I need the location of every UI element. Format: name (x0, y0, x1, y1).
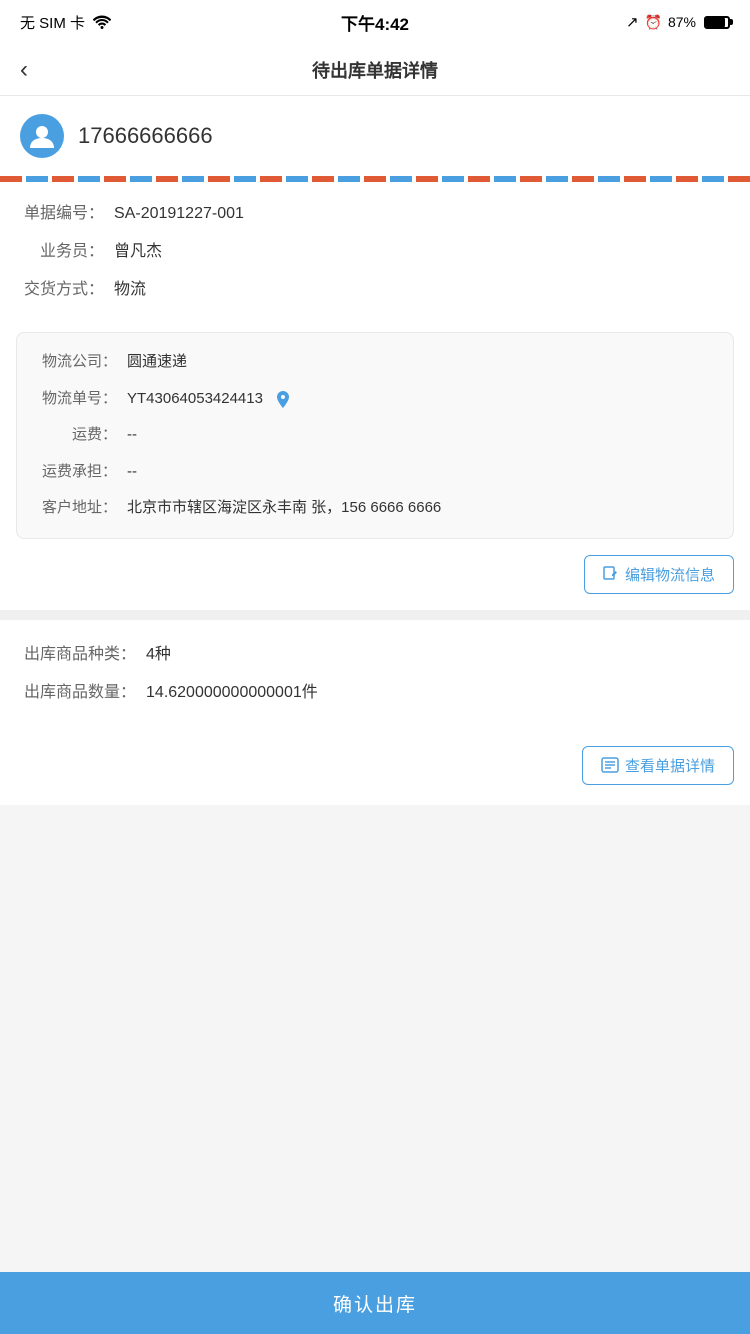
location-pin-icon[interactable] (273, 389, 293, 409)
address-label: 客户地址： (37, 497, 117, 520)
confirm-outbound-button[interactable]: 确认出库 (0, 1272, 750, 1334)
customer-phone: 17666666666 (78, 123, 213, 149)
staff-value: 曾凡杰 (114, 240, 726, 264)
staff-label: 业务员： (24, 240, 104, 264)
logistics-tracking-row: 物流单号： YT43064053424413 (37, 388, 713, 411)
goods-quantity-label: 出库商品数量： (24, 678, 136, 702)
address-row: 客户地址： 北京市市辖区海淀区永丰南 张，156 6666 6666 (37, 497, 713, 520)
goods-summary-section: 出库商品种类： 4种 出库商品数量： 14.620000000000001件 (0, 620, 750, 736)
customer-header: 17666666666 (0, 96, 750, 176)
back-button[interactable]: ‹ (12, 48, 36, 92)
order-no-row: 单据编号： SA-20191227-001 (24, 202, 726, 226)
freight-bear-label: 运费承担： (37, 461, 117, 484)
edit-logistics-label: 编辑物流信息 (625, 564, 715, 585)
confirm-outbound-label: 确认出库 (333, 1290, 417, 1317)
view-detail-button[interactable]: 查看单据详情 (582, 746, 734, 785)
status-left: 无 SIM 卡 (20, 12, 111, 33)
battery-icon (704, 16, 730, 29)
view-detail-btn-wrap: 查看单据详情 (0, 736, 750, 805)
edit-logistics-btn-wrap: 编辑物流信息 (0, 555, 750, 610)
status-bar: 无 SIM 卡 下午4:42 ↗ ⏰ 87% (0, 0, 750, 44)
avatar (20, 114, 64, 158)
freight-bear-row: 运费承担： -- (37, 461, 713, 484)
wifi-icon (93, 15, 111, 29)
freight-value: -- (127, 424, 713, 447)
address-value: 北京市市辖区海淀区永丰南 张，156 6666 6666 (127, 497, 713, 520)
status-right: ↗ ⏰ 87% (626, 13, 730, 31)
delivery-value: 物流 (114, 278, 726, 302)
carrier-label: 无 SIM 卡 (20, 12, 85, 33)
edit-icon (603, 566, 619, 582)
delivery-row: 交货方式： 物流 (24, 278, 726, 302)
view-detail-label: 查看单据详情 (625, 755, 715, 776)
edit-logistics-button[interactable]: 编辑物流信息 (584, 555, 734, 594)
freight-row: 运费： -- (37, 424, 713, 447)
logistics-tracking-value: YT43064053424413 (127, 388, 713, 411)
user-avatar-icon (28, 122, 56, 150)
page-title: 待出库单据详情 (312, 57, 438, 83)
order-no-label: 单据编号： (24, 202, 104, 226)
logistics-company-label: 物流公司： (37, 351, 117, 374)
goods-quantity-row: 出库商品数量： 14.620000000000001件 (24, 678, 726, 702)
goods-type-value: 4种 (146, 640, 171, 664)
order-info-section: 单据编号： SA-20191227-001 业务员： 曾凡杰 交货方式： 物流 (0, 182, 750, 322)
logistics-company-value: 圆通速递 (127, 351, 713, 374)
freight-bear-value: -- (127, 461, 713, 484)
logistics-card: 物流公司： 圆通速递 物流单号： YT43064053424413 (16, 332, 734, 539)
battery-percent: 87% (668, 14, 696, 30)
page-spacer (0, 805, 750, 965)
logistics-company-row: 物流公司： 圆通速递 (37, 351, 713, 374)
freight-label: 运费： (37, 424, 117, 447)
goods-type-row: 出库商品种类： 4种 (24, 640, 726, 664)
goods-type-label: 出库商品种类： (24, 640, 136, 664)
alarm-icon: ⏰ (645, 14, 662, 31)
status-time: 下午4:42 (341, 10, 409, 35)
goods-quantity-value: 14.620000000000001件 (146, 678, 318, 702)
gray-divider (0, 610, 750, 620)
logistics-tracking-label: 物流单号： (37, 388, 117, 411)
staff-row: 业务员： 曾凡杰 (24, 240, 726, 264)
document-lines-icon (601, 757, 619, 773)
delivery-label: 交货方式： (24, 278, 104, 302)
order-no-value: SA-20191227-001 (114, 202, 726, 226)
location-status-icon: ↗ (626, 13, 639, 31)
nav-bar: ‹ 待出库单据详情 (0, 44, 750, 96)
